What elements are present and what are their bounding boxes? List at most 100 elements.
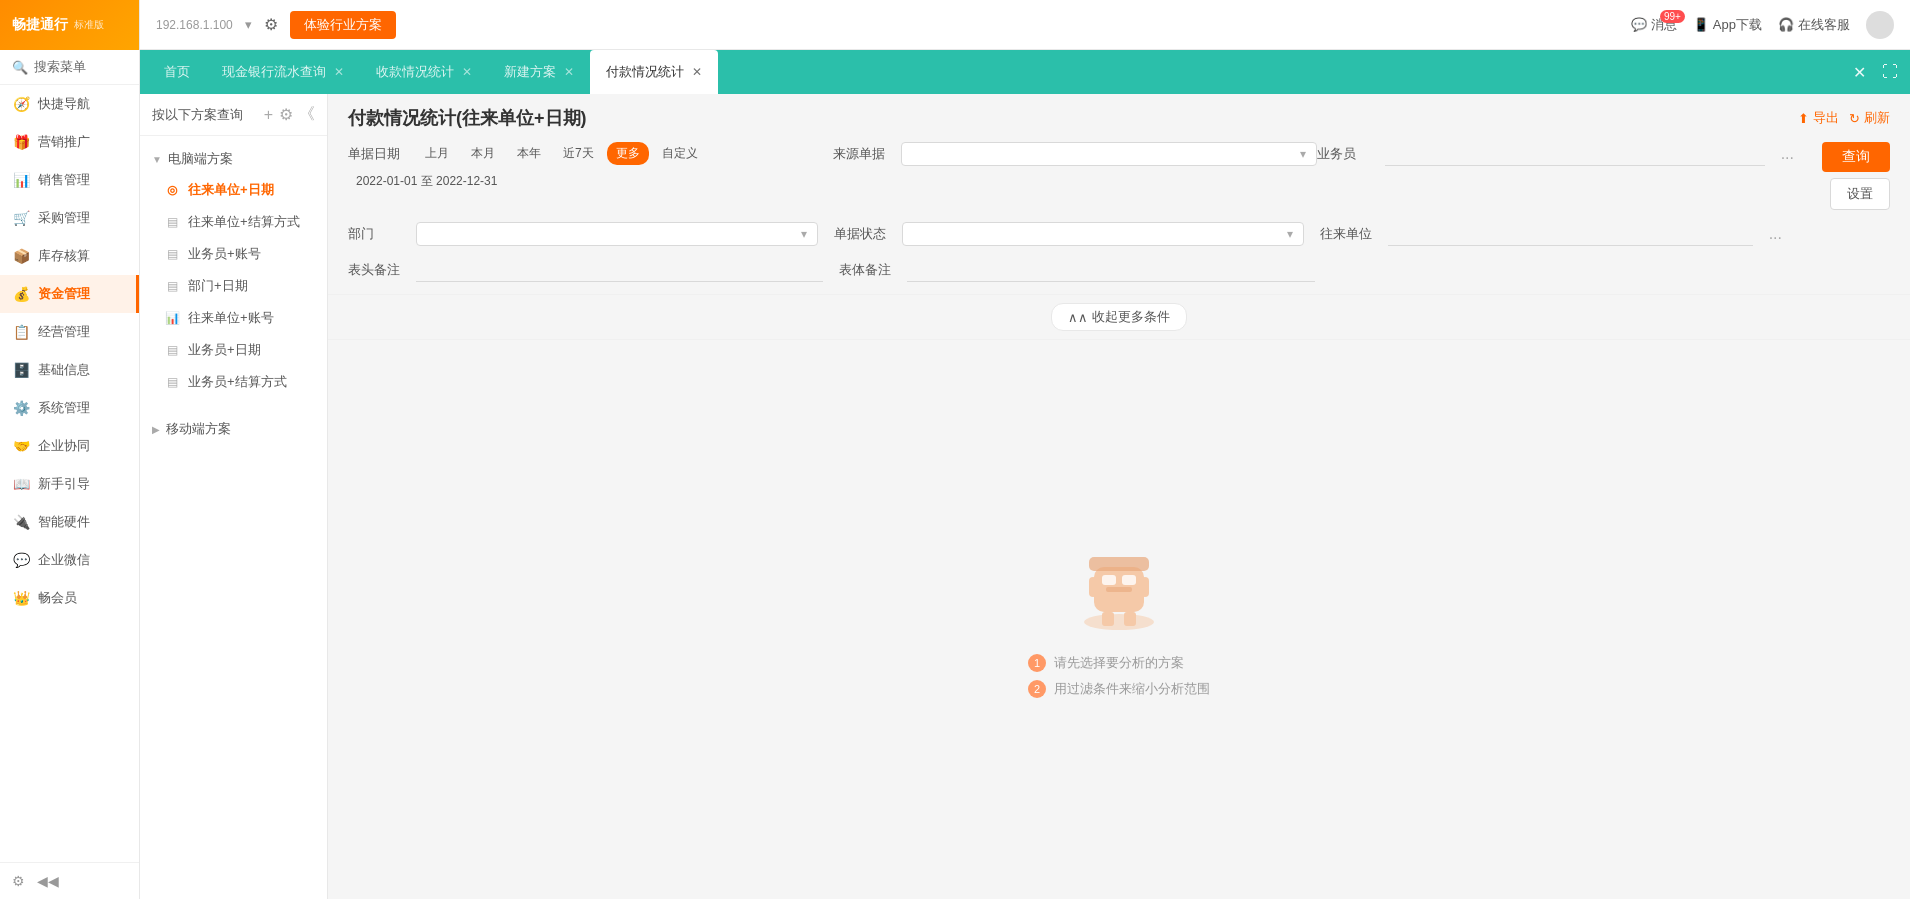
sidebar-item-finance[interactable]: 💰资金管理 [0, 275, 139, 313]
svg-rect-2 [1102, 575, 1116, 585]
service-label: 在线客服 [1798, 16, 1850, 34]
scheme-item-staff-date[interactable]: ▤业务员+日期 [140, 334, 327, 366]
scheme-item-unit-account[interactable]: 📊往来单位+账号 [140, 302, 327, 334]
scheme-icon-staff-settle: ▤ [164, 374, 180, 390]
sidebar-nav: 🧭快捷导航🎁营销推广📊销售管理 🛒 采购管理 📦库存核算💰资金管理📋经营管理🗄️基础信… [0, 85, 139, 862]
tab-label-home: 首页 [164, 63, 190, 81]
unit-input[interactable] [1388, 222, 1753, 246]
sidebar-label-purchase: 采购管理 [38, 209, 90, 227]
sidebar-item-hardware[interactable]: 🔌智能硬件 [0, 503, 139, 541]
status-select[interactable]: ▾ [902, 222, 1304, 246]
status-dropdown-icon: ▾ [1287, 227, 1293, 241]
sidebar-item-system[interactable]: ⚙️系统管理 [0, 389, 139, 427]
refresh-button[interactable]: ↻ 刷新 [1849, 109, 1890, 127]
date-btn-last-month[interactable]: 上月 [416, 142, 458, 165]
sidebar-item-sales[interactable]: 📊销售管理 [0, 161, 139, 199]
trial-button[interactable]: 体验行业方案 [290, 11, 396, 39]
phone-icon: 📱 [1693, 17, 1709, 32]
message-button[interactable]: 💬 消息 99+ [1631, 16, 1677, 34]
close-tab-icon[interactable]: ✕ [1849, 59, 1870, 86]
scheme-settings-icon[interactable]: ⚙ [279, 105, 293, 124]
scheme-icon-staff-date: ▤ [164, 342, 180, 358]
sidebar-search[interactable]: 🔍 搜索菜单 [0, 50, 139, 85]
server-address: 192.168.1.100 [156, 18, 233, 32]
app-label: App下载 [1713, 16, 1762, 34]
date-btn-7days[interactable]: 近7天 [554, 142, 603, 165]
sidebar-item-member[interactable]: 👑畅会员 [0, 579, 139, 617]
filter-settings-button[interactable]: 设置 [1830, 178, 1890, 210]
sidebar-item-quick-nav[interactable]: 🧭快捷导航 [0, 85, 139, 123]
date-buttons: 上月 本月 本年 近7天 更多 自定义 [416, 142, 707, 165]
scheme-item-unit-settle[interactable]: ▤往来单位+结算方式 [140, 206, 327, 238]
date-btn-this-year[interactable]: 本年 [508, 142, 550, 165]
settings-icon[interactable]: ⚙ [12, 873, 25, 889]
staff-input[interactable] [1385, 142, 1764, 166]
scheme-icon-unit-account: 📊 [164, 310, 180, 326]
user-avatar[interactable] [1866, 11, 1894, 39]
source-label: 来源单据 [833, 145, 893, 163]
add-scheme-button[interactable]: + [264, 106, 273, 124]
pc-scheme-title[interactable]: ▼ 电脑端方案 [140, 144, 327, 174]
note-head-label: 表头备注 [348, 261, 408, 279]
dept-select[interactable]: ▾ [416, 222, 818, 246]
sidebar-item-marketing[interactable]: 🎁营销推广 [0, 123, 139, 161]
sidebar-item-operation[interactable]: 📋经营管理 [0, 313, 139, 351]
sidebar-item-basic[interactable]: 🗄️基础信息 [0, 351, 139, 389]
pc-scheme-section: ▼ 电脑端方案 ◎往来单位+日期▤往来单位+结算方式▤业务员+账号▤部门+日期📊… [140, 136, 327, 406]
date-btn-custom[interactable]: 自定义 [653, 142, 707, 165]
tab-close-new-scheme[interactable]: ✕ [564, 65, 574, 79]
export-icon: ⬆ [1798, 111, 1809, 126]
tab-home[interactable]: 首页 [148, 50, 206, 94]
mobile-section-arrow-icon: ▶ [152, 424, 160, 435]
note-head-input[interactable] [416, 258, 823, 282]
topbar-left: 192.168.1.100 ▾ ⚙ 体验行业方案 [156, 11, 396, 39]
scheme-item-unit-date[interactable]: ◎往来单位+日期 [140, 174, 327, 206]
date-btn-more[interactable]: 更多 [607, 142, 649, 165]
tab-receipt-stats[interactable]: 收款情况统计✕ [360, 50, 488, 94]
sidebar-item-enterprise[interactable]: 🤝企业协同 [0, 427, 139, 465]
search-label: 搜索菜单 [34, 58, 86, 76]
tab-close-cash-flow[interactable]: ✕ [334, 65, 344, 79]
scheme-item-dept-date[interactable]: ▤部门+日期 [140, 270, 327, 302]
tab-new-scheme[interactable]: 新建方案✕ [488, 50, 590, 94]
scheme-collapse-icon[interactable]: 《 [299, 104, 315, 125]
topbar: 192.168.1.100 ▾ ⚙ 体验行业方案 💬 消息 99+ 📱 App下… [140, 0, 1910, 50]
sidebar-icon-operation: 📋 [12, 323, 30, 341]
tab-payment-stats[interactable]: 付款情况统计✕ [590, 50, 718, 94]
scheme-panel: 按以下方案查询 + ⚙ 《 ▼ 电脑端方案 ◎往来单位+日期▤往来单位+结算方式… [140, 94, 328, 899]
collapse-button[interactable]: ∧∧ 收起更多条件 [1051, 303, 1187, 331]
online-service-button[interactable]: 🎧 在线客服 [1778, 16, 1850, 34]
sidebar-item-guide[interactable]: 📖新手引导 [0, 465, 139, 503]
topbar-gear-icon[interactable]: ⚙ [264, 15, 278, 34]
sidebar-label-hardware: 智能硬件 [38, 513, 90, 531]
form-header: 付款情况统计(往来单位+日期) ⬆ 导出 ↻ 刷新 [328, 94, 1910, 130]
expand-tab-icon[interactable]: ⛶ [1878, 59, 1902, 86]
sidebar-item-inventory[interactable]: 📦库存核算 [0, 237, 139, 275]
sidebar-icon-guide: 📖 [12, 475, 30, 493]
unit-dots[interactable]: ... [1761, 225, 1790, 243]
query-buttons: 查询 设置 [1802, 142, 1890, 210]
staff-dots[interactable]: ... [1773, 145, 1802, 163]
sidebar-label-sales: 销售管理 [38, 171, 90, 189]
scheme-item-staff-account[interactable]: ▤业务员+账号 [140, 238, 327, 270]
source-select[interactable]: ▾ [901, 142, 1318, 166]
dropdown-arrow-icon[interactable]: ▾ [245, 17, 252, 32]
sidebar-label-marketing: 营销推广 [38, 133, 90, 151]
note-body-input[interactable] [907, 258, 1314, 282]
scheme-item-staff-settle[interactable]: ▤业务员+结算方式 [140, 366, 327, 398]
tab-close-receipt-stats[interactable]: ✕ [462, 65, 472, 79]
export-button[interactable]: ⬆ 导出 [1798, 109, 1839, 127]
collapse-bar: ∧∧ 收起更多条件 [328, 295, 1910, 340]
sidebar-icon-purchase: 🛒 [12, 209, 30, 227]
sidebar-item-weixin[interactable]: 💬企业微信 [0, 541, 139, 579]
mobile-scheme-title[interactable]: ▶ 移动端方案 [140, 414, 327, 444]
sidebar-item-purchase[interactable]: 🛒 采购管理 [0, 199, 139, 237]
app-download-button[interactable]: 📱 App下载 [1693, 16, 1762, 34]
tab-close-payment-stats[interactable]: ✕ [692, 65, 702, 79]
query-button[interactable]: 查询 [1822, 142, 1890, 172]
collapse-icon[interactable]: ◀◀ [37, 873, 59, 889]
tab-cash-flow[interactable]: 现金银行流水查询✕ [206, 50, 360, 94]
date-btn-this-month[interactable]: 本月 [462, 142, 504, 165]
sidebar-icon-member: 👑 [12, 589, 30, 607]
tip-text-2: 用过滤条件来缩小分析范围 [1054, 680, 1210, 698]
